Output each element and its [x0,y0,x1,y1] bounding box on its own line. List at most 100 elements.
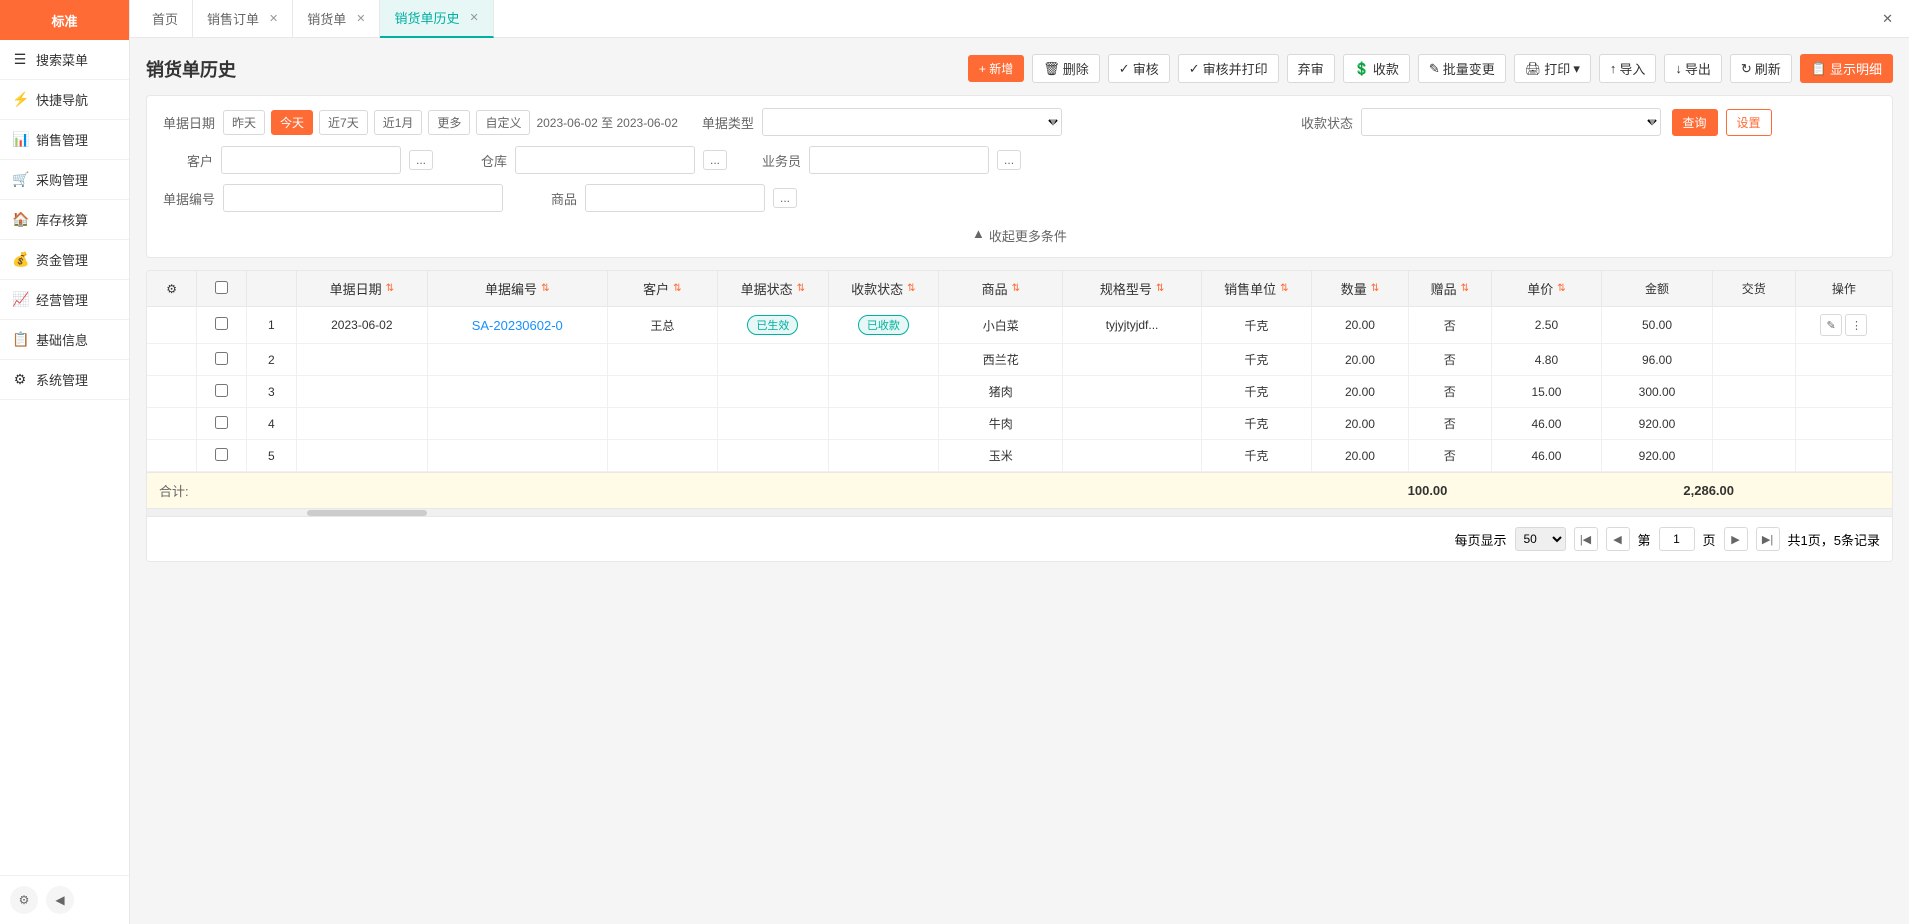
refresh-button[interactable]: ↻ 刷新 [1730,54,1792,83]
review-button[interactable]: ✓ 审核 [1108,54,1170,83]
col-unit[interactable]: 销售单位⇅ [1201,271,1312,307]
date-btn-yesterday[interactable]: 昨天 [223,110,265,135]
customer-cell [607,344,718,376]
tab-sales-order[interactable]: 销售订单 ✕ [193,0,293,38]
col-doc-status[interactable]: 单据状态⇅ [718,271,829,307]
doc-no-input[interactable] [223,184,503,212]
sidebar-item-system-mgmt[interactable]: ⚙ 系统管理 [0,360,129,400]
checkbox-cell[interactable] [197,440,247,472]
export-button[interactable]: ↓ 导出 [1664,54,1722,83]
col-spec[interactable]: 规格型号⇅ [1063,271,1201,307]
goods-input[interactable] [585,184,765,212]
date-btn-more[interactable]: 更多 [428,110,470,135]
checkbox-cell[interactable] [197,376,247,408]
new-button[interactable]: + 新增 [968,55,1024,82]
sidebar-item-sales-mgmt[interactable]: 📊 销售管理 [0,120,129,160]
import-button[interactable]: ↑ 导入 [1599,54,1657,83]
sidebar-item-inventory[interactable]: 🏠 库存核算 [0,200,129,240]
query-button[interactable]: 查询 [1672,109,1718,136]
warehouse-input[interactable] [515,146,695,174]
col-doc-date[interactable]: 单据日期⇅ [296,271,427,307]
row-checkbox[interactable] [215,352,228,365]
row-checkbox[interactable] [215,317,228,330]
col-settings[interactable]: ⚙ [147,271,197,307]
row-checkbox[interactable] [215,384,228,397]
tab-sales-goods-close[interactable]: ✕ [356,12,365,25]
salesperson-input[interactable] [809,146,989,174]
delete-button[interactable]: 🗑 删除 [1032,54,1100,83]
tab-sales-goods[interactable]: 销货单 ✕ [293,0,380,38]
payment-status-cell [828,440,939,472]
doc-no-link[interactable]: SA-20230602-0 [472,318,563,333]
sidebar-item-purchase-mgmt[interactable]: 🛒 采购管理 [0,160,129,200]
abandon-button[interactable]: 弃审 [1287,54,1335,83]
checkbox-cell[interactable] [197,344,247,376]
goods-ellipsis-btn[interactable]: ... [773,188,797,208]
customer-input[interactable] [221,146,401,174]
search-collapse[interactable]: ▲ 收起更多条件 [163,222,1876,245]
sidebar-item-label: 快捷导航 [36,90,88,109]
more-btn[interactable]: ⋮ [1845,314,1867,336]
price-cell: 2.50 [1491,307,1602,344]
delete-icon: 🗑 [1043,61,1060,77]
col-price[interactable]: 单价⇅ [1491,271,1602,307]
date-btn-1month[interactable]: 近1月 [374,110,423,135]
tab-close-all[interactable]: ✕ [1882,11,1893,27]
col-payment-status[interactable]: 收款状态⇅ [828,271,939,307]
sidebar-item-label: 销售管理 [36,130,88,149]
doc-status-cell [718,440,829,472]
show-detail-button[interactable]: 📋 显示明细 [1800,54,1893,83]
tab-home[interactable]: 首页 [138,0,193,38]
sidebar-settings-btn[interactable]: ⚙ [10,886,38,914]
warehouse-ellipsis-btn[interactable]: ... [703,150,727,170]
page-input[interactable] [1659,527,1695,551]
payment-status-select[interactable] [1361,108,1661,136]
page-label: 第 [1638,530,1651,549]
checkbox-cell[interactable] [197,408,247,440]
sidebar-item-basic-info[interactable]: 📋 基础信息 [0,320,129,360]
date-btn-custom[interactable]: 自定义 [476,110,530,135]
batch-change-button[interactable]: ✎ 批量变更 [1418,54,1506,83]
type-select[interactable] [762,108,1062,136]
select-all-checkbox[interactable] [215,281,228,294]
last-page-btn[interactable]: ▶| [1756,527,1780,551]
col-checkbox[interactable] [197,271,247,307]
next-page-btn[interactable]: ▶ [1724,527,1748,551]
per-page-select[interactable]: 50 100 200 [1515,527,1566,551]
sidebar-toggle-btn[interactable]: ◀ [46,886,74,914]
col-qty[interactable]: 数量⇅ [1312,271,1409,307]
col-doc-no[interactable]: 单据编号⇅ [427,271,607,307]
col-gift[interactable]: 赠品⇅ [1408,271,1491,307]
tab-sales-history-close[interactable]: ✕ [470,11,479,24]
date-btn-today[interactable]: 今天 [271,110,313,135]
first-page-btn[interactable]: |◀ [1574,527,1598,551]
edit-btn[interactable]: ✎ [1820,314,1842,336]
settings-button[interactable]: 设置 [1726,109,1772,136]
col-customer[interactable]: 客户⇅ [607,271,718,307]
collect-button[interactable]: 💲 收款 [1343,54,1410,83]
col-row-no [246,271,296,307]
sidebar-item-quick-nav[interactable]: ⚡ 快捷导航 [0,80,129,120]
sidebar-item-search-menu[interactable]: ☰ 搜索菜单 [0,40,129,80]
tab-sales-order-close[interactable]: ✕ [269,12,278,25]
prev-page-btn[interactable]: ◀ [1606,527,1630,551]
spec-cell: tyjyjtyjdf... [1063,307,1201,344]
sidebar-item-finance-mgmt[interactable]: 💰 资金管理 [0,240,129,280]
date-btn-7days[interactable]: 近7天 [319,110,368,135]
salesperson-ellipsis-btn[interactable]: ... [997,150,1021,170]
row-checkbox[interactable] [215,416,228,429]
customer-ellipsis-btn[interactable]: ... [409,150,433,170]
total-amount-value: 2,286.00 [1683,483,1734,498]
row-checkbox[interactable] [215,448,228,461]
horizontal-scrollbar[interactable] [147,508,1892,516]
sidebar-item-operations-mgmt[interactable]: 📈 经营管理 [0,280,129,320]
transaction-cell [1712,376,1795,408]
sidebar-item-label: 资金管理 [36,250,88,269]
col-goods[interactable]: 商品⇅ [939,271,1063,307]
checkbox-cell[interactable] [197,307,247,344]
tab-sales-history[interactable]: 销货单历史 ✕ [380,0,493,38]
settings-cell [147,307,197,344]
date-range: 2023-06-02 至 2023-06-02 [536,114,677,131]
print-button[interactable]: 🖨 打印 ▾ [1514,54,1591,83]
review-print-button[interactable]: ✓ 审核并打印 [1178,54,1279,83]
